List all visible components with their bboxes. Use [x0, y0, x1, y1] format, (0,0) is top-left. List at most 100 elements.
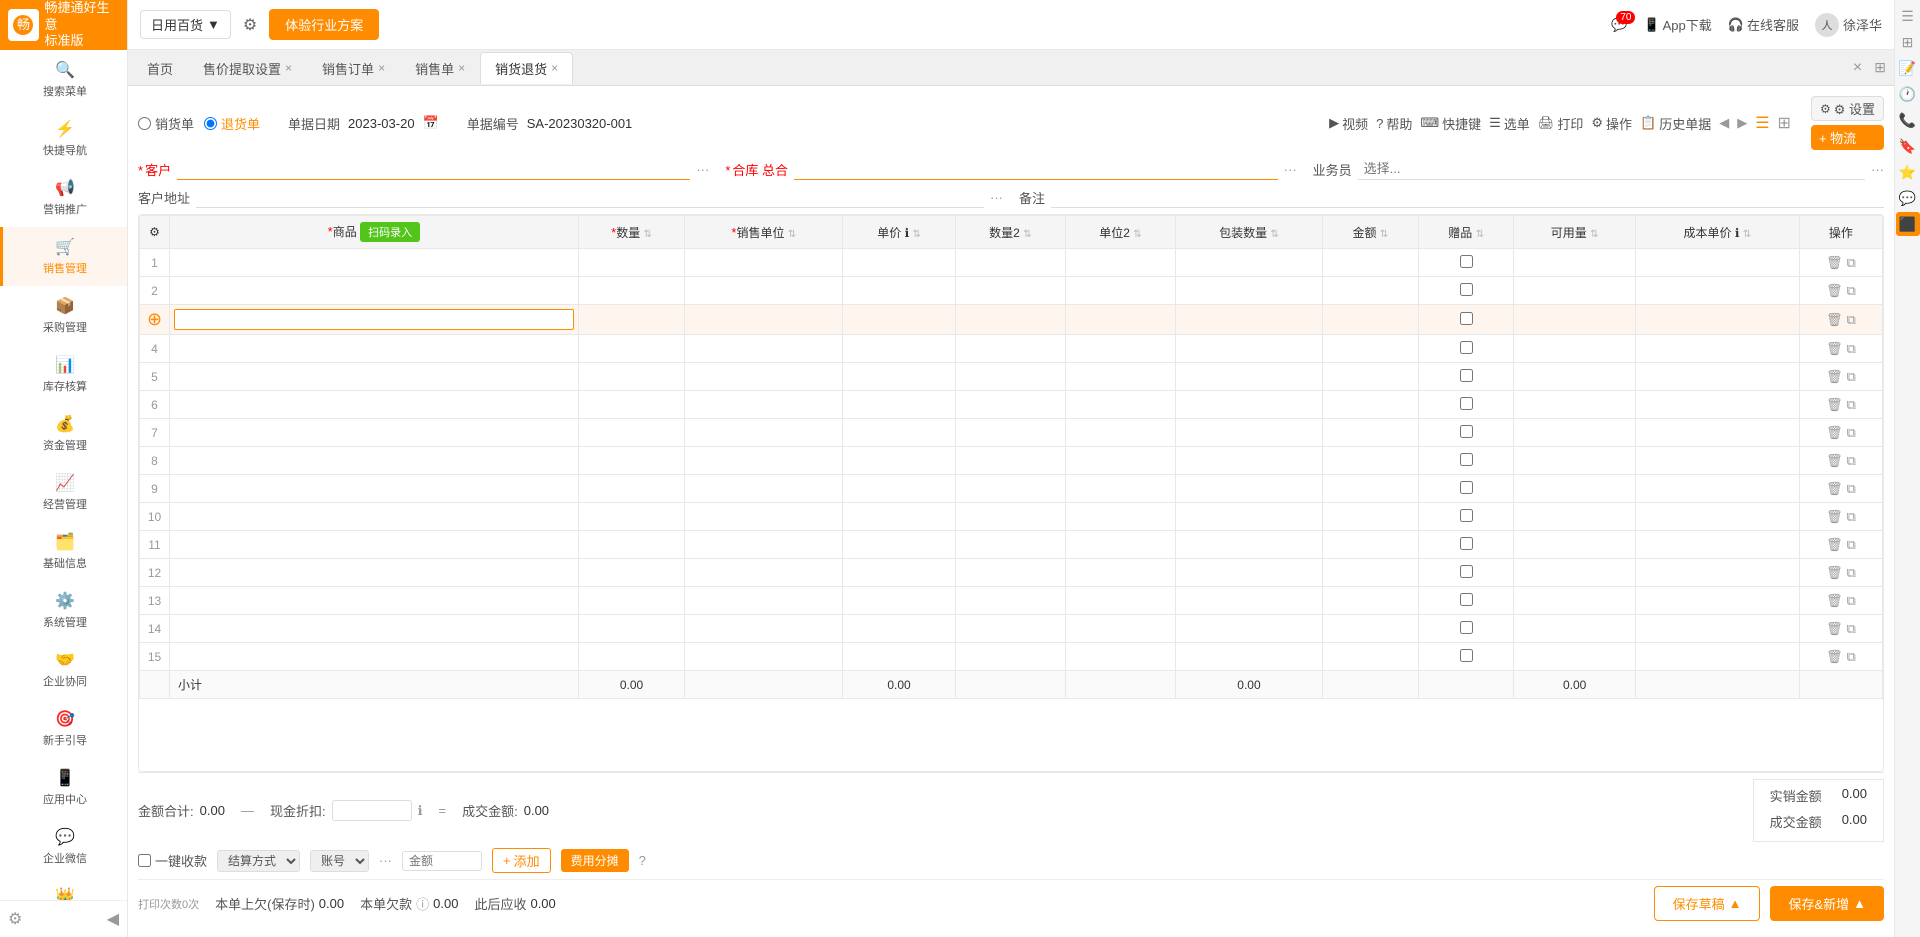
settlement-select[interactable]: 结算方式 [217, 850, 300, 872]
select-btn[interactable]: ☰ 选单 [1489, 114, 1530, 133]
available-cell-2[interactable] [1514, 277, 1635, 305]
price-cell-2[interactable] [843, 277, 956, 305]
amount-cell-12[interactable] [1323, 559, 1419, 587]
cost-cell-10[interactable] [1635, 503, 1799, 531]
qty-cell-13[interactable] [578, 587, 685, 615]
amount-cell-11[interactable] [1323, 531, 1419, 559]
unit2-cell-12[interactable] [1065, 559, 1175, 587]
gift-cell-11[interactable] [1418, 531, 1514, 559]
pack-sort-icon[interactable]: ⇅ [1270, 229, 1278, 240]
note-input[interactable] [1051, 186, 1884, 208]
copy-icon-7[interactable]: ⧉ [1847, 425, 1856, 441]
account-select[interactable]: 账号 [310, 850, 369, 872]
delete-icon-2[interactable]: 🗑 [1826, 283, 1843, 299]
product-cell-15[interactable] [170, 643, 579, 671]
copy-icon-1[interactable]: ⧉ [1847, 255, 1856, 271]
unit-cell-7[interactable] [685, 419, 843, 447]
amount-input[interactable] [402, 851, 482, 871]
delete-icon-3[interactable]: 🗑 [1826, 312, 1843, 328]
right-panel-note-icon[interactable]: 📝 [1896, 56, 1920, 80]
calendar-icon[interactable]: 📅 [423, 115, 439, 131]
cost-cell-6[interactable] [1635, 391, 1799, 419]
sidebar-item-enterprise[interactable]: 🤝企业协同 [0, 640, 127, 699]
product-cell-5[interactable] [170, 363, 579, 391]
pack-cell-10[interactable] [1175, 503, 1322, 531]
shortcut-btn[interactable]: ⌨ 快捷键 [1420, 114, 1481, 133]
gift-check-12[interactable] [1460, 565, 1473, 578]
gift-cell-10[interactable] [1418, 503, 1514, 531]
discount-input[interactable] [332, 800, 412, 821]
cost-cell-2[interactable] [1635, 277, 1799, 305]
amount-cell-6[interactable] [1323, 391, 1419, 419]
price-cell-8[interactable] [843, 447, 956, 475]
unit2-cell-15[interactable] [1065, 643, 1175, 671]
qty-cell-3[interactable] [578, 305, 685, 335]
price-cell-5[interactable] [843, 363, 956, 391]
cost-cell-3[interactable] [1635, 305, 1799, 335]
unit-cell-4[interactable] [685, 335, 843, 363]
copy-icon-10[interactable]: ⧉ [1847, 509, 1856, 525]
amount-cell-4[interactable] [1323, 335, 1419, 363]
unit2-cell-14[interactable] [1065, 615, 1175, 643]
delete-icon-5[interactable]: 🗑 [1826, 369, 1843, 385]
delete-icon-8[interactable]: 🗑 [1826, 453, 1843, 469]
gift-check-2[interactable] [1460, 283, 1473, 296]
product-cell-10[interactable] [170, 503, 579, 531]
delete-icon-10[interactable]: 🗑 [1826, 509, 1843, 525]
sidebar-item-wechat[interactable]: 💬企业微信 [0, 817, 127, 876]
product-cell-12[interactable] [170, 559, 579, 587]
qty-cell-10[interactable] [578, 503, 685, 531]
cost-sort-icon[interactable]: ⇅ [1743, 229, 1751, 240]
delete-icon-1[interactable]: 🗑 [1826, 255, 1843, 271]
gift-cell-6[interactable] [1418, 391, 1514, 419]
topbar-gear-icon[interactable]: ⚙ [243, 15, 257, 35]
cost-cell-8[interactable] [1635, 447, 1799, 475]
unit2-cell-4[interactable] [1065, 335, 1175, 363]
qty-cell-8[interactable] [578, 447, 685, 475]
delete-icon-13[interactable]: 🗑 [1826, 593, 1843, 609]
return-radio[interactable]: 退货单 [204, 114, 260, 133]
amount-cell-1[interactable] [1323, 249, 1419, 277]
tab-close-sales-order[interactable]: × [378, 61, 385, 75]
cost-cell-12[interactable] [1635, 559, 1799, 587]
unit-cell-8[interactable] [685, 447, 843, 475]
qty2-cell-11[interactable] [955, 531, 1065, 559]
available-cell-14[interactable] [1514, 615, 1635, 643]
gift-check-4[interactable] [1460, 341, 1473, 354]
unit-cell-9[interactable] [685, 475, 843, 503]
sidebar-item-purchase[interactable]: 📦采购管理 [0, 286, 127, 345]
unit2-cell-3[interactable] [1065, 305, 1175, 335]
copy-icon-11[interactable]: ⧉ [1847, 537, 1856, 553]
qty2-cell-9[interactable] [955, 475, 1065, 503]
next-icon[interactable]: ▶ [1737, 115, 1747, 131]
right-panel-star-icon[interactable]: ⭐ [1896, 160, 1920, 184]
price-cell-6[interactable] [843, 391, 956, 419]
gift-cell-2[interactable] [1418, 277, 1514, 305]
product-cell-4[interactable] [170, 335, 579, 363]
qty-cell-9[interactable] [578, 475, 685, 503]
customer-picker-icon[interactable]: ··· [696, 162, 709, 177]
split-help-icon[interactable]: ? [639, 853, 646, 868]
sidebar-item-inventory[interactable]: 📊库存核算 [0, 345, 127, 404]
daily-selector[interactable]: 日用百货 ▼ [140, 10, 231, 39]
qty2-cell-2[interactable] [955, 277, 1065, 305]
cost-cell-13[interactable] [1635, 587, 1799, 615]
add-button[interactable]: + 添加 [492, 848, 551, 873]
sidebar-item-shortcut[interactable]: ⚡快捷导航 [0, 109, 127, 168]
copy-icon-3[interactable]: ⧉ [1847, 312, 1856, 328]
product-cell-8[interactable] [170, 447, 579, 475]
price-cell-11[interactable] [843, 531, 956, 559]
copy-icon-2[interactable]: ⧉ [1847, 283, 1856, 299]
qty2-cell-5[interactable] [955, 363, 1065, 391]
price-sort-icon[interactable]: ⇅ [912, 229, 920, 240]
delete-icon-6[interactable]: 🗑 [1826, 397, 1843, 413]
sidebar-item-marketing[interactable]: 📢营销推广 [0, 168, 127, 227]
cost-cell-9[interactable] [1635, 475, 1799, 503]
col-gear[interactable]: ⚙ [140, 216, 170, 249]
prev-icon[interactable]: ◀ [1719, 115, 1729, 131]
unit2-cell-5[interactable] [1065, 363, 1175, 391]
staff-input[interactable] [1358, 158, 1865, 180]
unit2-cell-7[interactable] [1065, 419, 1175, 447]
sidebar-item-operation[interactable]: 📈经营管理 [0, 463, 127, 522]
right-panel-chat-icon[interactable]: 💬 [1896, 186, 1920, 210]
